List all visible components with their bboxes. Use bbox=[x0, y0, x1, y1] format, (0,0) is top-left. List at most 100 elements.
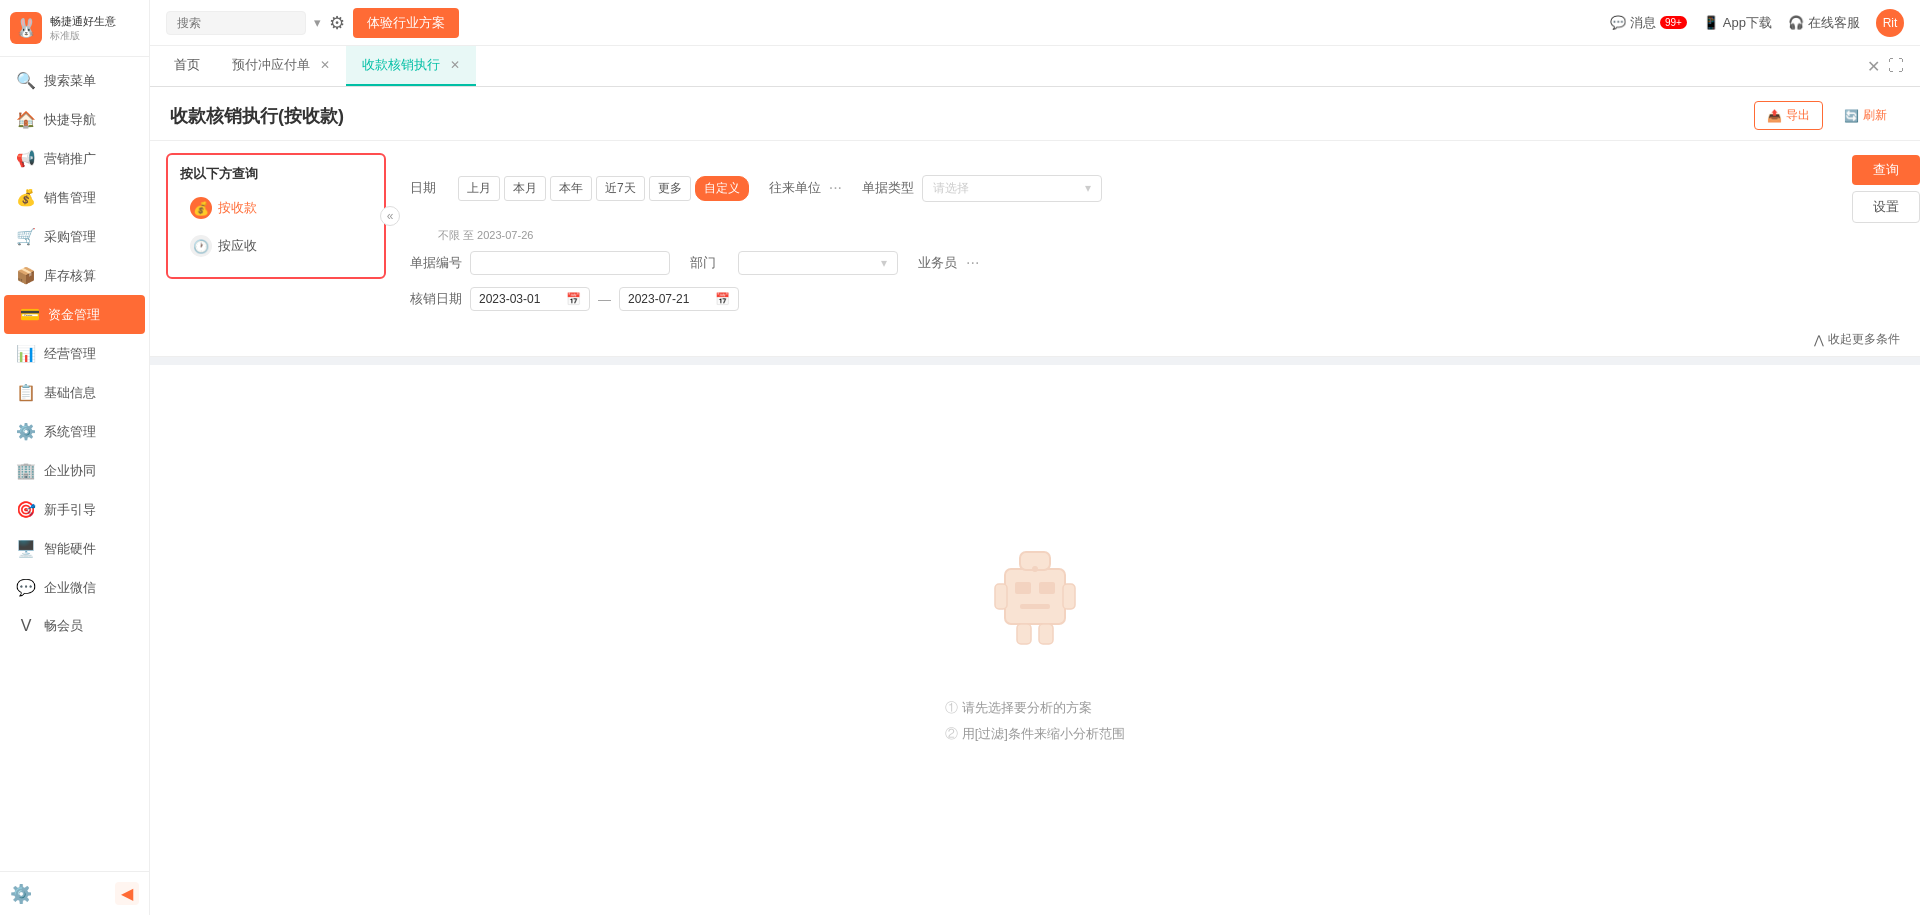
nav-label-enterprise: 企业协同 bbox=[44, 462, 96, 480]
sidebar-item-wechat[interactable]: 💬企业微信 bbox=[0, 568, 149, 607]
service-icon: 🎧 bbox=[1788, 15, 1804, 30]
refresh-button[interactable]: 🔄 刷新 bbox=[1831, 101, 1900, 130]
sidebar-item-finance[interactable]: 💳资金管理 bbox=[4, 295, 145, 334]
filter-billtype-item: 单据类型 请选择 ▾ bbox=[862, 175, 1102, 202]
counterpart-label: 往来单位 bbox=[769, 179, 821, 197]
sidebar-item-search[interactable]: 🔍搜索菜单 bbox=[0, 61, 149, 100]
sidebar-item-marketing[interactable]: 📢营销推广 bbox=[0, 139, 149, 178]
filter-option-by-receivable[interactable]: 🕐按应收 bbox=[180, 229, 372, 263]
nav-label-member: 畅会员 bbox=[44, 617, 83, 635]
filter-row-3: 核销日期 2023-03-01 📅 — 2023-07-21 📅 bbox=[410, 287, 1920, 311]
tab-prepay[interactable]: 预付冲应付单✕ bbox=[216, 46, 346, 86]
date-btn-this-year[interactable]: 本年 bbox=[550, 176, 592, 201]
tab-expand-icon[interactable]: ⛶ bbox=[1888, 57, 1904, 75]
date-btn-last-month[interactable]: 上月 bbox=[458, 176, 500, 201]
svg-rect-2 bbox=[1039, 582, 1055, 594]
date-btn-custom[interactable]: 自定义 bbox=[695, 176, 749, 201]
date-buttons: 上月 本月 本年 近7天 更多 自定义 bbox=[458, 176, 749, 201]
nav-icon-system: ⚙️ bbox=[16, 422, 36, 441]
empty-state: 请先选择要分析的方案 用[过滤]条件来缩小分析范围 bbox=[150, 365, 1920, 915]
date-sublabel: 不限 至 2023-07-26 bbox=[438, 229, 533, 241]
tab-close-collection[interactable]: ✕ bbox=[450, 58, 460, 72]
sidebar-item-inventory[interactable]: 📦库存核算 bbox=[0, 256, 149, 295]
nav-icon-finance: 💳 bbox=[20, 305, 40, 324]
nav-icon-purchase: 🛒 bbox=[16, 227, 36, 246]
filter-option-by-receipt[interactable]: 💰按收款 bbox=[180, 191, 372, 225]
filter-left-panel: 按以下方查询 💰按收款🕐按应收 « bbox=[166, 153, 386, 323]
nav-label-guide: 新手引导 bbox=[44, 501, 96, 519]
nav-icon-marketing: 📢 bbox=[16, 149, 36, 168]
collapse-more-label: 收起更多条件 bbox=[1828, 331, 1900, 348]
sidebar-item-basic-info[interactable]: 📋基础信息 bbox=[0, 373, 149, 412]
main-area: ▾ ⚙ 体验行业方案 💬 消息 99+ 📱 App下载 🎧 在线客服 Rit 首… bbox=[150, 0, 1920, 915]
dept-chevron-icon: ▾ bbox=[881, 256, 887, 270]
page-actions: 📤 导出 🔄 刷新 bbox=[1754, 101, 1900, 130]
tab-close-all-icon[interactable]: ✕ bbox=[1867, 57, 1880, 76]
filter-row-1: 日期 上月 本月 本年 近7天 更多 自定义 往来单位 bbox=[410, 153, 1920, 223]
message-button[interactable]: 💬 消息 99+ bbox=[1610, 14, 1687, 32]
counterpart-input[interactable]: ··· bbox=[829, 179, 842, 197]
date-btn-more[interactable]: 更多 bbox=[649, 176, 691, 201]
filter-option-icon-by-receipt: 💰 bbox=[190, 197, 212, 219]
billtype-select[interactable]: 请选择 ▾ bbox=[922, 175, 1102, 202]
filter-date-item: 日期 上月 本月 本年 近7天 更多 自定义 bbox=[410, 176, 749, 201]
date-btn-this-month[interactable]: 本月 bbox=[504, 176, 546, 201]
sidebar-settings-icon[interactable]: ⚙️ bbox=[10, 883, 32, 905]
export-button[interactable]: 📤 导出 bbox=[1754, 101, 1823, 130]
nav-label-basic-info: 基础信息 bbox=[44, 384, 96, 402]
sidebar-item-quick-nav[interactable]: 🏠快捷导航 bbox=[0, 100, 149, 139]
sidebar-item-guide[interactable]: 🎯 新手引导 bbox=[0, 490, 149, 529]
billno-input[interactable] bbox=[470, 251, 670, 275]
nav-icon-member: V bbox=[16, 617, 36, 635]
salesperson-input[interactable]: ··· bbox=[966, 254, 979, 272]
app-download-button[interactable]: 📱 App下载 bbox=[1703, 14, 1772, 32]
filter-option-label-by-receivable: 按应收 bbox=[218, 237, 257, 255]
sidebar-footer: ⚙️ ◀ bbox=[0, 871, 149, 915]
filter-writeoff-date-item: 核销日期 2023-03-01 📅 — 2023-07-21 📅 bbox=[410, 287, 739, 311]
sidebar-item-enterprise[interactable]: 🏢企业协同 bbox=[0, 451, 149, 490]
filter-settings-button[interactable]: 设置 bbox=[1852, 191, 1920, 223]
user-avatar[interactable]: Rit bbox=[1876, 9, 1904, 37]
collapse-more-button[interactable]: ⋀ 收起更多条件 bbox=[1814, 331, 1900, 348]
empty-tip-2: 用[过滤]条件来缩小分析范围 bbox=[945, 721, 1125, 747]
tab-close-prepay[interactable]: ✕ bbox=[320, 58, 330, 72]
dept-select[interactable]: ▾ bbox=[738, 251, 898, 275]
filter-right-panel: 日期 上月 本月 本年 近7天 更多 自定义 往来单位 bbox=[386, 153, 1920, 323]
query-button[interactable]: 查询 bbox=[1852, 155, 1920, 185]
nav-label-hardware: 智能硬件 bbox=[44, 540, 96, 558]
date-btn-7days[interactable]: 近7天 bbox=[596, 176, 645, 201]
topbar-left: ▾ ⚙ 体验行业方案 bbox=[166, 8, 1598, 38]
writeoff-end-input[interactable]: 2023-07-21 📅 bbox=[619, 287, 739, 311]
sidebar-item-member[interactable]: V 畅会员 bbox=[0, 607, 149, 645]
message-icon: 💬 bbox=[1610, 15, 1626, 30]
tab-home[interactable]: 首页 bbox=[158, 46, 216, 86]
tabbar: 首页预付冲应付单✕ 收款核销执行 ✕ ✕ ⛶ bbox=[150, 46, 1920, 87]
calendar-icon-end: 📅 bbox=[715, 292, 730, 306]
tab-collection[interactable]: 收款核销执行 ✕ bbox=[346, 46, 476, 86]
nav-label-system: 系统管理 bbox=[44, 423, 96, 441]
sidebar-item-hardware[interactable]: 🖥️ 智能硬件 bbox=[0, 529, 149, 568]
sidebar-item-purchase[interactable]: 🛒采购管理 bbox=[0, 217, 149, 256]
sidebar-item-operations[interactable]: 📊经营管理 bbox=[0, 334, 149, 373]
nav-icon-hardware: 🖥️ bbox=[16, 539, 36, 558]
svg-rect-3 bbox=[1020, 604, 1050, 609]
sidebar-header: 🐰 畅捷通好生意 标准版 bbox=[0, 0, 149, 57]
page-header: 收款核销执行(按收款) 📤 导出 🔄 刷新 bbox=[150, 87, 1920, 141]
tab-label-home: 首页 bbox=[174, 56, 200, 74]
customer-service-button[interactable]: 🎧 在线客服 bbox=[1788, 14, 1860, 32]
search-input[interactable] bbox=[166, 11, 306, 35]
topbar-settings-icon[interactable]: ⚙ bbox=[329, 12, 345, 34]
sidebar-item-system[interactable]: ⚙️ 系统管理 bbox=[0, 412, 149, 451]
user-icon: Rit bbox=[1876, 9, 1904, 37]
solution-button[interactable]: 体验行业方案 bbox=[353, 8, 459, 38]
sidebar-item-sales[interactable]: 💰销售管理 bbox=[0, 178, 149, 217]
salesperson-label: 业务员 bbox=[918, 254, 958, 272]
tab-label-collection: 收款核销执行 bbox=[362, 56, 440, 74]
nav-label-operations: 经营管理 bbox=[44, 345, 96, 363]
writeoff-start-input[interactable]: 2023-03-01 📅 bbox=[470, 287, 590, 311]
filter-collapse-button[interactable]: « bbox=[380, 206, 400, 226]
nav-icon-guide: 🎯 bbox=[16, 500, 36, 519]
topbar-chevron-icon[interactable]: ▾ bbox=[314, 15, 321, 30]
sidebar-collapse-icon[interactable]: ◀ bbox=[115, 882, 139, 905]
billtype-chevron-icon: ▾ bbox=[1085, 181, 1091, 195]
